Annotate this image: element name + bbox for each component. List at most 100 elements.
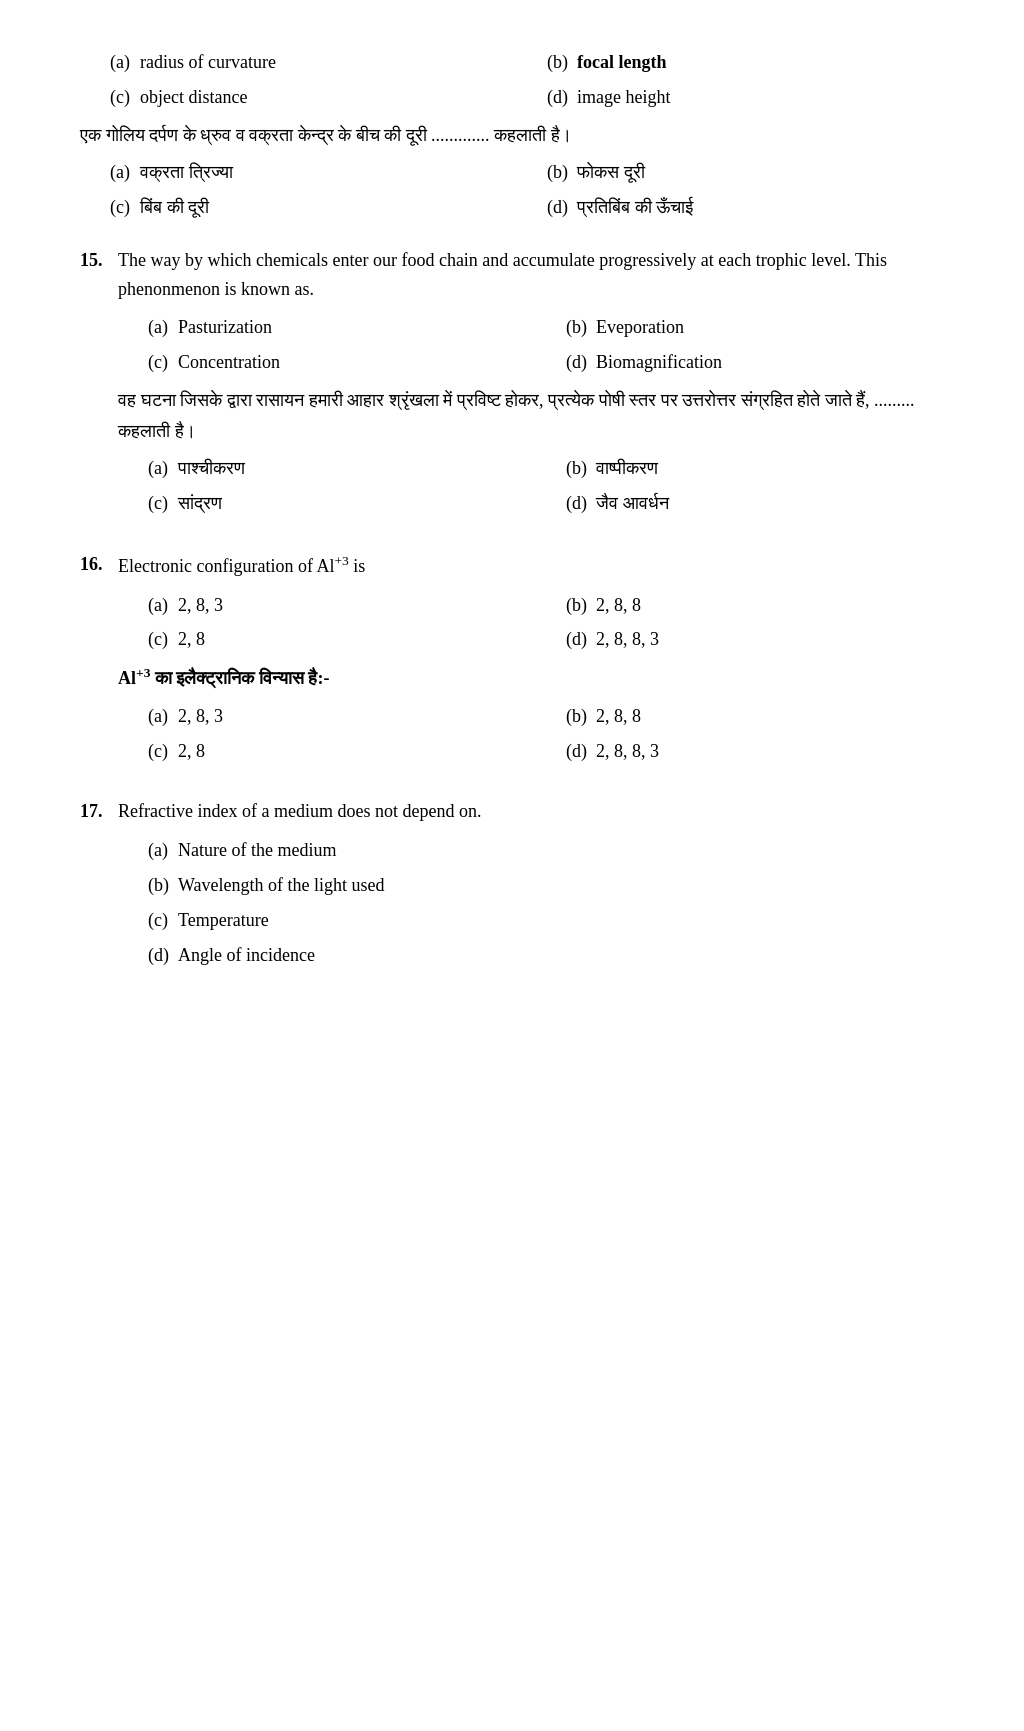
option-letter: (c): [148, 625, 170, 654]
option-text: Biomagnification: [596, 348, 722, 377]
q16-text-suffix: is: [349, 556, 366, 576]
option-letter: (d): [566, 625, 588, 654]
option-text: radius of curvature: [140, 48, 276, 77]
option-c: (c) object distance: [110, 83, 527, 112]
q16-hindi-superscript: +3: [136, 665, 150, 680]
q15-hindi-question: वह घटना जिसके द्वारा रासायन हमारी आहार श…: [118, 385, 964, 446]
option-a-hindi: (a) वक्रता त्रिज्या: [110, 158, 527, 187]
option-text: Concentration: [178, 348, 280, 377]
option-text: Temperature: [178, 906, 269, 935]
question-17: 17. Refractive index of a medium does no…: [80, 797, 964, 975]
option-text: Pasturization: [178, 313, 272, 342]
option-text: 2, 8, 3: [178, 702, 223, 731]
option-text: 2, 8, 8, 3: [596, 737, 659, 766]
option-b-hindi: (b) वाष्पीकरण: [566, 454, 964, 483]
option-a: (a) Pasturization: [148, 313, 546, 342]
option-text: बिंब की दूरी: [140, 193, 209, 222]
question-15: 15. The way by which chemicals enter our…: [80, 246, 964, 526]
option-text: 2, 8: [178, 737, 205, 766]
q15-header: 15. The way by which chemicals enter our…: [80, 246, 964, 526]
q15-options-hindi: (a) पाश्चीकरण (b) वाष्पीकरण (c) सांद्रण …: [148, 454, 964, 518]
option-letter: (d): [566, 737, 588, 766]
option-a: (a) radius of curvature: [110, 48, 527, 77]
option-b: (b) Wavelength of the light used: [148, 871, 964, 900]
option-text: Eveporation: [596, 313, 684, 342]
q14-options-hindi: (a) वक्रता त्रिज्या (b) फोकस दूरी (c) बि…: [110, 158, 964, 222]
q17-english-question: Refractive index of a medium does not de…: [118, 797, 964, 826]
q17-content: Refractive index of a medium does not de…: [118, 797, 964, 975]
option-b: (b) 2, 8, 8: [566, 591, 964, 620]
q16-header: 16. Electronic configuration of Al+3 is …: [80, 550, 964, 774]
q16-hindi-prefix: Al: [118, 668, 136, 688]
q16-options-english: (a) 2, 8, 3 (b) 2, 8, 8 (c) 2, 8 (d) 2, …: [148, 591, 964, 655]
option-letter: (a): [148, 454, 170, 483]
option-letter: (c): [148, 906, 170, 935]
q16-text-prefix: Electronic configuration of Al: [118, 556, 334, 576]
option-a-hindi: (a) पाश्चीकरण: [148, 454, 546, 483]
q16-hindi-question: Al+3 का इलैक्ट्रानिक विन्यास है:-: [118, 662, 964, 694]
question-14-continuation: (a) radius of curvature (b) focal length…: [80, 48, 964, 222]
option-letter: (b): [566, 591, 588, 620]
option-letter: (c): [148, 737, 170, 766]
option-letter: (c): [148, 348, 170, 377]
option-text: पाश्चीकरण: [178, 454, 245, 483]
option-text: object distance: [140, 83, 247, 112]
option-d: (d) image height: [547, 83, 964, 112]
q16-options-hindi: (a) 2, 8, 3 (b) 2, 8, 8 (c) 2, 8 (d) 2, …: [148, 702, 964, 766]
q15-english-question: The way by which chemicals enter our foo…: [118, 246, 964, 304]
option-d: (d) 2, 8, 8, 3: [566, 625, 964, 654]
option-text: जैव आवर्धन: [596, 489, 669, 518]
option-c: (c) Temperature: [148, 906, 964, 935]
option-letter: (c): [148, 489, 170, 518]
option-letter: (b): [566, 702, 588, 731]
option-letter: (d): [148, 941, 170, 970]
option-c-hindi: (c) सांद्रण: [148, 489, 546, 518]
q17-options-list: (a) Nature of the medium (b) Wavelength …: [148, 836, 964, 969]
q15-content: The way by which chemicals enter our foo…: [118, 246, 964, 526]
option-b-hindi: (b) 2, 8, 8: [566, 702, 964, 731]
option-letter: (b): [148, 871, 170, 900]
option-d-hindi: (d) जैव आवर्धन: [566, 489, 964, 518]
option-text: Wavelength of the light used: [178, 871, 385, 900]
option-letter: (b): [566, 454, 588, 483]
option-letter: (a): [148, 313, 170, 342]
option-d-hindi: (d) 2, 8, 8, 3: [566, 737, 964, 766]
option-text: 2, 8, 8: [596, 591, 641, 620]
option-b: (b) focal length: [547, 48, 964, 77]
option-text: वाष्पीकरण: [596, 454, 658, 483]
option-d-hindi: (d) प्रतिबिंब की ऊँचाई: [547, 193, 964, 222]
option-text: image height: [577, 83, 670, 112]
q15-options-english: (a) Pasturization (b) Eveporation (c) Co…: [148, 313, 964, 377]
option-text: फोकस दूरी: [577, 158, 645, 187]
option-letter: (a): [148, 702, 170, 731]
option-letter: (d): [547, 83, 569, 112]
option-c-hindi: (c) 2, 8: [148, 737, 546, 766]
option-a: (a) Nature of the medium: [148, 836, 964, 865]
q17-header: 17. Refractive index of a medium does no…: [80, 797, 964, 975]
option-text: वक्रता त्रिज्या: [140, 158, 233, 187]
q16-content: Electronic configuration of Al+3 is (a) …: [118, 550, 964, 774]
option-letter: (a): [110, 48, 132, 77]
option-letter: (c): [110, 83, 132, 112]
option-text: 2, 8, 3: [178, 591, 223, 620]
option-text: 2, 8, 8: [596, 702, 641, 731]
option-letter: (b): [566, 313, 588, 342]
option-c: (c) 2, 8: [148, 625, 546, 654]
option-text: Angle of incidence: [178, 941, 315, 970]
option-letter: (b): [547, 48, 569, 77]
option-letter: (a): [148, 836, 170, 865]
option-letter: (d): [566, 489, 588, 518]
q16-english-question: Electronic configuration of Al+3 is: [118, 550, 964, 581]
q16-superscript: +3: [334, 556, 348, 576]
option-letter: (b): [547, 158, 569, 187]
question-16: 16. Electronic configuration of Al+3 is …: [80, 550, 964, 774]
option-text: 2, 8: [178, 625, 205, 654]
option-text: सांद्रण: [178, 489, 222, 518]
option-d: (d) Biomagnification: [566, 348, 964, 377]
option-d: (d) Angle of incidence: [148, 941, 964, 970]
q14-options-english: (a) radius of curvature (b) focal length…: [110, 48, 964, 112]
option-text: प्रतिबिंब की ऊँचाई: [577, 193, 693, 222]
question-number: 17.: [80, 797, 110, 826]
option-text: 2, 8, 8, 3: [596, 625, 659, 654]
option-letter: (a): [148, 591, 170, 620]
